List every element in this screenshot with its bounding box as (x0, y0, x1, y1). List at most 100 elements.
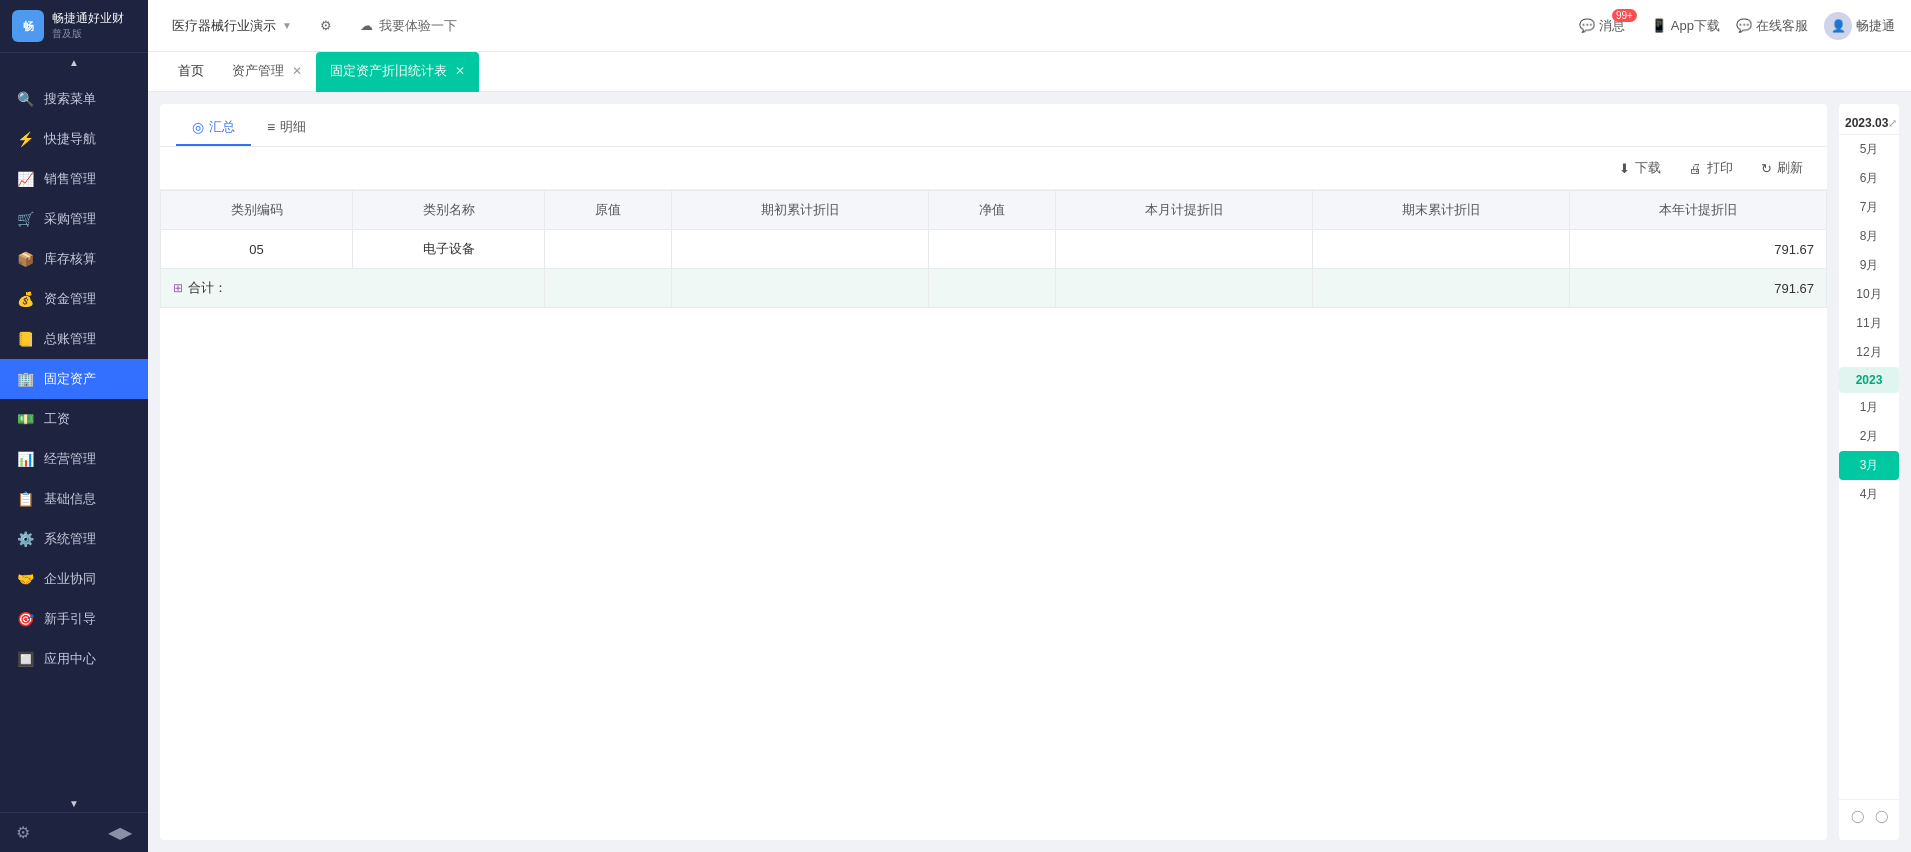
topbar-settings-button[interactable]: ⚙ (312, 12, 340, 40)
operations-icon: 📊 (16, 450, 34, 468)
sidebar-scroll-down[interactable]: ▼ (64, 796, 84, 810)
fixed-assets-icon: 🏢 (16, 370, 34, 388)
sidebar-scroll-up[interactable]: ▲ (64, 55, 84, 69)
tab-asset-mgmt[interactable]: 资产管理 ✕ (218, 52, 316, 92)
sidebar-item-apps[interactable]: 🔲 应用中心 (0, 639, 148, 679)
sub-tabs: ◎ 汇总 ≡ 明细 (160, 104, 1827, 147)
col-period-end-accum-depr: 期末累计折旧 (1313, 191, 1570, 230)
month-item-2[interactable]: 2月 (1839, 422, 1899, 451)
subtotal-label-cell: ⊞ 合计： (161, 269, 545, 308)
month-item-5[interactable]: 5月 (1839, 135, 1899, 164)
company-dropdown-icon: ▼ (282, 20, 292, 31)
cell-initial-accum-depr (672, 230, 929, 269)
subtotal-initial-accum-depr (672, 269, 929, 308)
month-item-8[interactable]: 8月 (1839, 222, 1899, 251)
toolbar: ⬇ 下载 🖨 打印 ↻ 刷新 (160, 147, 1827, 190)
sidebar-item-ledger[interactable]: 📒 总账管理 (0, 319, 148, 359)
sidebar-bottom: ⚙ ◀▶ (0, 812, 148, 852)
logo-icon: 畅 (12, 10, 44, 42)
sidebar-item-label: 快捷导航 (44, 130, 96, 148)
inventory-icon: 📦 (16, 250, 34, 268)
cell-code: 05 (161, 230, 353, 269)
app-logo: 畅 畅捷通好业财 普及版 (0, 0, 148, 53)
sub-tab-summary-label: 汇总 (209, 118, 235, 136)
tab-home[interactable]: 首页 (164, 52, 218, 92)
download-icon: ⬇ (1619, 161, 1630, 176)
cell-name: 电子设备 (353, 230, 545, 269)
ledger-icon: 📒 (16, 330, 34, 348)
sidebar-item-label: 资金管理 (44, 290, 96, 308)
download-button[interactable]: ⬇ 下载 (1611, 155, 1669, 181)
print-label: 打印 (1707, 159, 1733, 177)
month-item-9[interactable]: 9月 (1839, 251, 1899, 280)
system-icon: ⚙️ (16, 530, 34, 548)
subtotal-label: 合计： (188, 279, 227, 297)
experience-button[interactable]: ☁ 我要体验一下 (352, 13, 465, 39)
message-badge: 99+ (1612, 9, 1637, 22)
subtotal-period-end-accum-depr (1313, 269, 1570, 308)
tab-depreciation-close[interactable]: ✕ (455, 64, 465, 78)
message-icon: 💬 (1579, 18, 1595, 33)
sidebar-item-quicknav[interactable]: ⚡ 快捷导航 (0, 119, 148, 159)
sidebar-item-label: 经营管理 (44, 450, 96, 468)
month-item-10[interactable]: 10月 (1839, 280, 1899, 309)
date-panel-title: 2023.03 (1845, 116, 1888, 130)
refresh-label: 刷新 (1777, 159, 1803, 177)
sidebar-item-system[interactable]: ⚙️ 系统管理 (0, 519, 148, 559)
date-prev-button[interactable]: ◯ (1847, 806, 1867, 826)
col-initial-accum-depr: 期初累计折旧 (672, 191, 929, 230)
col-name: 类别名称 (353, 191, 545, 230)
tab-depreciation-label: 固定资产折旧统计表 (330, 62, 447, 80)
search-icon: 🔍 (16, 90, 34, 108)
month-item-7[interactable]: 7月 (1839, 193, 1899, 222)
sidebar-item-fund[interactable]: 💰 资金管理 (0, 279, 148, 319)
app-download-button[interactable]: 📱 App下载 (1651, 17, 1720, 35)
user-section[interactable]: 👤 畅捷通 (1824, 12, 1895, 40)
online-service-label: 在线客服 (1756, 17, 1808, 35)
sub-tab-detail[interactable]: ≡ 明细 (251, 112, 322, 146)
sidebar-item-inventory[interactable]: 📦 库存核算 (0, 239, 148, 279)
month-item-12[interactable]: 12月 (1839, 338, 1899, 367)
cell-period-end-accum-depr (1313, 230, 1570, 269)
subtotal-annual-depr: 791.67 (1570, 269, 1827, 308)
tab-depreciation[interactable]: 固定资产折旧统计表 ✕ (316, 52, 479, 92)
month-item-1[interactable]: 1月 (1839, 393, 1899, 422)
online-service-button[interactable]: 💬 在线客服 (1736, 17, 1808, 35)
month-item-3[interactable]: 3月 (1839, 451, 1899, 480)
settings-bottom-icon[interactable]: ⚙ (16, 823, 30, 842)
date-next-button[interactable]: ◯ (1871, 806, 1891, 826)
refresh-icon: ↻ (1761, 161, 1772, 176)
main-content: 医疗器械行业演示 ▼ ⚙ ☁ 我要体验一下 💬 消息 99+ 📱 App下载 💬… (148, 0, 1911, 852)
sidebar-item-basicinfo[interactable]: 📋 基础信息 (0, 479, 148, 519)
logo-sub: 普及版 (52, 27, 124, 41)
sidebar-item-search[interactable]: 🔍 搜索菜单 (0, 79, 148, 119)
sidebar-item-sales[interactable]: 📈 销售管理 (0, 159, 148, 199)
message-button[interactable]: 💬 消息 99+ (1579, 17, 1625, 35)
sub-tab-summary[interactable]: ◎ 汇总 (176, 112, 251, 146)
month-item-6[interactable]: 6月 (1839, 164, 1899, 193)
print-button[interactable]: 🖨 打印 (1681, 155, 1741, 181)
user-name: 畅捷通 (1856, 17, 1895, 35)
month-item-4[interactable]: 4月 (1839, 480, 1899, 509)
quicknav-icon: ⚡ (16, 130, 34, 148)
table-subtotal-row: ⊞ 合计： 791.67 (161, 269, 1827, 308)
sidebar-item-operations[interactable]: 📊 经营管理 (0, 439, 148, 479)
company-selector[interactable]: 医疗器械行业演示 ▼ (164, 13, 300, 39)
sidebar-item-payroll[interactable]: 💵 工资 (0, 399, 148, 439)
payroll-icon: 💵 (16, 410, 34, 428)
fund-icon: 💰 (16, 290, 34, 308)
collapse-sidebar-icon[interactable]: ◀▶ (108, 823, 132, 842)
year-marker-2023[interactable]: 2023 (1839, 367, 1899, 393)
sidebar-item-fixed-assets[interactable]: 🏢 固定资产 (0, 359, 148, 399)
tab-asset-mgmt-close[interactable]: ✕ (292, 64, 302, 78)
sidebar-item-purchase[interactable]: 🛒 采购管理 (0, 199, 148, 239)
sidebar-item-enterprise[interactable]: 🤝 企业协同 (0, 559, 148, 599)
month-item-11[interactable]: 11月 (1839, 309, 1899, 338)
sales-icon: 📈 (16, 170, 34, 188)
logo-title: 畅捷通好业财 (52, 11, 124, 27)
sidebar-item-guide[interactable]: 🎯 新手引导 (0, 599, 148, 639)
apps-icon: 🔲 (16, 650, 34, 668)
refresh-button[interactable]: ↻ 刷新 (1753, 155, 1811, 181)
main-panel: ◎ 汇总 ≡ 明细 ⬇ 下载 🖨 打印 ↻ (160, 104, 1827, 840)
date-panel-expand-icon[interactable]: ⤢ (1888, 117, 1897, 130)
